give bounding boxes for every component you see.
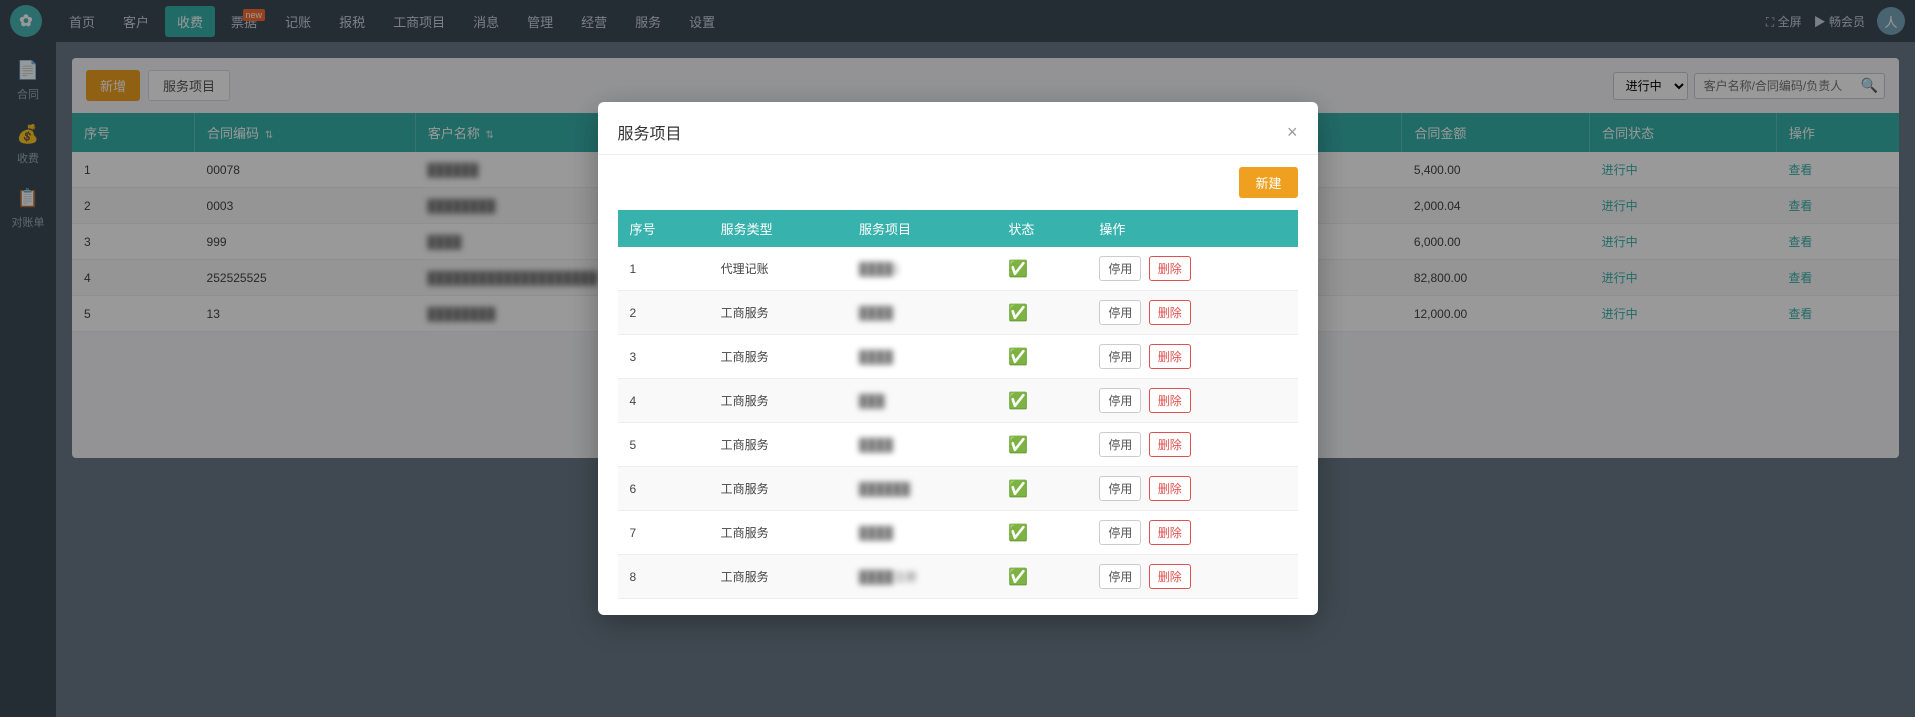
delete-button[interactable]: 删除 — [1149, 520, 1191, 545]
modal-cell-status: ✅ — [996, 291, 1087, 335]
modal-table-row: 3 工商服务 ████ ✅ 停用 删除 — [618, 335, 1298, 379]
stop-button[interactable]: 停用 — [1099, 432, 1141, 457]
modal-title: 服务项目 — [618, 120, 682, 144]
modal-cell-item: ████注册 — [847, 555, 996, 599]
modal-cell-status: ✅ — [996, 335, 1087, 379]
modal-cell-index: 5 — [618, 423, 709, 467]
modal-cell-type: 工商服务 — [709, 555, 847, 599]
modal-cell-action[interactable]: 停用 删除 — [1087, 379, 1297, 423]
modal-table-row: 8 工商服务 ████注册 ✅ 停用 删除 — [618, 555, 1298, 599]
modal-table-row: 5 工商服务 ████ ✅ 停用 删除 — [618, 423, 1298, 467]
status-check-icon: ✅ — [1008, 569, 1028, 586]
stop-button[interactable]: 停用 — [1099, 388, 1141, 413]
modal-close-button[interactable]: × — [1287, 123, 1298, 141]
modal-table-header: 序号 服务类型 服务项目 状态 操作 — [618, 210, 1298, 247]
modal-cell-action[interactable]: 停用 删除 — [1087, 511, 1297, 555]
modal-cell-index: 6 — [618, 467, 709, 511]
stop-button[interactable]: 停用 — [1099, 300, 1141, 325]
modal-cell-action[interactable]: 停用 删除 — [1087, 335, 1297, 379]
modal-cell-item: ████ — [847, 291, 996, 335]
modal-table-row: 7 工商服务 ████ ✅ 停用 删除 — [618, 511, 1298, 555]
delete-button[interactable]: 删除 — [1149, 256, 1191, 281]
modal-table-body: 1 代理记账 ████1 ✅ 停用 删除 2 工商服务 ████ ✅ 停用 删除… — [618, 247, 1298, 599]
modal-col-action: 操作 — [1087, 210, 1297, 247]
modal-cell-action[interactable]: 停用 删除 — [1087, 291, 1297, 335]
modal-cell-index: 1 — [618, 247, 709, 291]
modal-cell-item: ████ — [847, 335, 996, 379]
modal-cell-index: 7 — [618, 511, 709, 555]
modal-cell-action[interactable]: 停用 删除 — [1087, 423, 1297, 467]
modal-cell-type: 工商服务 — [709, 467, 847, 511]
delete-button[interactable]: 删除 — [1149, 476, 1191, 501]
modal-table-row: 4 工商服务 ███ ✅ 停用 删除 — [618, 379, 1298, 423]
stop-button[interactable]: 停用 — [1099, 344, 1141, 369]
modal-cell-index: 2 — [618, 291, 709, 335]
status-check-icon: ✅ — [1008, 349, 1028, 366]
modal-cell-index: 8 — [618, 555, 709, 599]
stop-button[interactable]: 停用 — [1099, 520, 1141, 545]
modal-cell-status: ✅ — [996, 379, 1087, 423]
modal-cell-type: 工商服务 — [709, 379, 847, 423]
modal-col-item: 服务项目 — [847, 210, 996, 247]
status-check-icon: ✅ — [1008, 393, 1028, 410]
modal-cell-index: 3 — [618, 335, 709, 379]
modal-cell-type: 工商服务 — [709, 291, 847, 335]
modal-table-row: 1 代理记账 ████1 ✅ 停用 删除 — [618, 247, 1298, 291]
modal-cell-status: ✅ — [996, 247, 1087, 291]
modal-col-index: 序号 — [618, 210, 709, 247]
modal-cell-status: ✅ — [996, 467, 1087, 511]
delete-button[interactable]: 删除 — [1149, 564, 1191, 589]
modal-new-button[interactable]: 新建 — [1239, 167, 1297, 198]
modal-col-status: 状态 — [996, 210, 1087, 247]
modal-cell-type: 工商服务 — [709, 511, 847, 555]
stop-button[interactable]: 停用 — [1099, 476, 1141, 501]
modal-cell-type: 代理记账 — [709, 247, 847, 291]
stop-button[interactable]: 停用 — [1099, 256, 1141, 281]
delete-button[interactable]: 删除 — [1149, 300, 1191, 325]
modal-overlay[interactable]: 服务项目 × 新建 序号 服务类型 服务项目 状态 操作 1 — [0, 0, 1915, 717]
service-items-table: 序号 服务类型 服务项目 状态 操作 1 代理记账 ████1 ✅ 停用 删除 … — [618, 210, 1298, 599]
modal-cell-item: ███ — [847, 379, 996, 423]
modal-toolbar: 新建 — [598, 155, 1318, 210]
modal-header: 服务项目 × — [598, 102, 1318, 155]
modal-body: 序号 服务类型 服务项目 状态 操作 1 代理记账 ████1 ✅ 停用 删除 … — [598, 210, 1318, 615]
modal-table-row: 6 工商服务 ██████ ✅ 停用 删除 — [618, 467, 1298, 511]
modal-cell-type: 工商服务 — [709, 423, 847, 467]
status-check-icon: ✅ — [1008, 481, 1028, 498]
delete-button[interactable]: 删除 — [1149, 432, 1191, 457]
modal-cell-status: ✅ — [996, 555, 1087, 599]
modal-cell-status: ✅ — [996, 511, 1087, 555]
status-check-icon: ✅ — [1008, 525, 1028, 542]
service-modal: 服务项目 × 新建 序号 服务类型 服务项目 状态 操作 1 — [598, 102, 1318, 615]
modal-cell-item: ██████ — [847, 467, 996, 511]
modal-cell-item: ████1 — [847, 247, 996, 291]
modal-col-type: 服务类型 — [709, 210, 847, 247]
modal-cell-type: 工商服务 — [709, 335, 847, 379]
modal-cell-action[interactable]: 停用 删除 — [1087, 555, 1297, 599]
status-check-icon: ✅ — [1008, 437, 1028, 454]
status-check-icon: ✅ — [1008, 305, 1028, 322]
modal-cell-item: ████ — [847, 511, 996, 555]
delete-button[interactable]: 删除 — [1149, 344, 1191, 369]
status-check-icon: ✅ — [1008, 261, 1028, 278]
modal-cell-action[interactable]: 停用 删除 — [1087, 467, 1297, 511]
modal-cell-index: 4 — [618, 379, 709, 423]
modal-table-row: 2 工商服务 ████ ✅ 停用 删除 — [618, 291, 1298, 335]
modal-cell-action[interactable]: 停用 删除 — [1087, 247, 1297, 291]
stop-button[interactable]: 停用 — [1099, 564, 1141, 589]
modal-cell-status: ✅ — [996, 423, 1087, 467]
delete-button[interactable]: 删除 — [1149, 388, 1191, 413]
modal-cell-item: ████ — [847, 423, 996, 467]
